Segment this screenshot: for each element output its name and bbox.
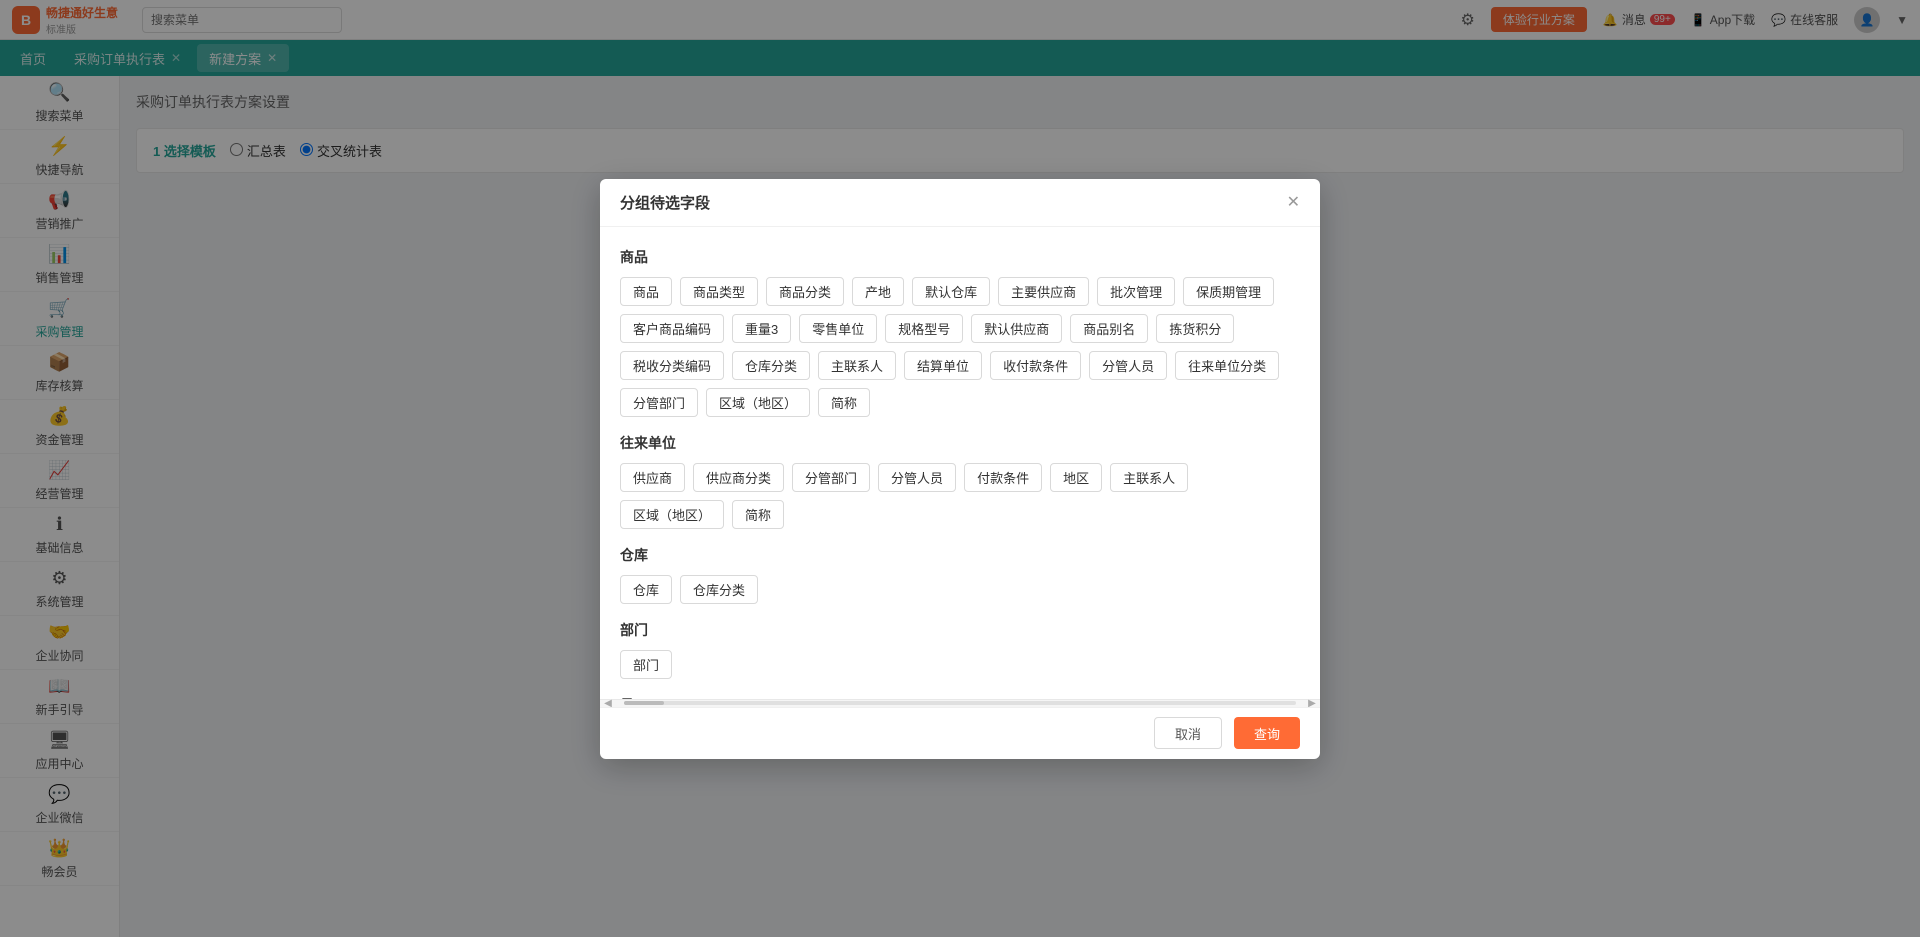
field-dept[interactable]: 部门 <box>620 650 672 679</box>
dept-fields: 部门 <box>620 650 1300 679</box>
cancel-button[interactable]: 取消 <box>1154 717 1222 749</box>
field-payment-condition[interactable]: 付款条件 <box>964 463 1042 492</box>
field-manage-dept[interactable]: 分管部门 <box>792 463 870 492</box>
field-main-supplier[interactable]: 主要供应商 <box>998 277 1089 306</box>
field-settlement-unit[interactable]: 结算单位 <box>904 351 982 380</box>
modal-scroll-thumb <box>624 701 664 705</box>
field-origin[interactable]: 产地 <box>852 277 904 306</box>
field-main-contact-partner[interactable]: 主联系人 <box>1110 463 1188 492</box>
modal-title: 分组待选字段 <box>620 192 710 213</box>
field-dept-in-charge[interactable]: 分管部门 <box>620 388 698 417</box>
field-goods[interactable]: 商品 <box>620 277 672 306</box>
modal-overlay: 分组待选字段 ✕ 商品 商品 商品类型 商品分类 产地 默认仓库 主要供应商 批… <box>0 0 1920 937</box>
field-default-warehouse[interactable]: 默认仓库 <box>912 277 990 306</box>
field-spec-model[interactable]: 规格型号 <box>885 314 963 343</box>
field-warehouse-cat[interactable]: 仓库分类 <box>680 575 758 604</box>
field-payment-terms[interactable]: 收付款条件 <box>990 351 1081 380</box>
field-manage-person[interactable]: 分管人员 <box>878 463 956 492</box>
field-partner-category[interactable]: 往来单位分类 <box>1175 351 1279 380</box>
field-region-goods[interactable]: 区域（地区） <box>706 388 810 417</box>
field-supervisor[interactable]: 分管人员 <box>1089 351 1167 380</box>
modal-close-button[interactable]: ✕ <box>1287 192 1300 212</box>
partner-fields: 供应商 供应商分类 分管部门 分管人员 付款条件 地区 主联系人 区域（地区） … <box>620 463 1300 529</box>
modal-body[interactable]: 商品 商品 商品类型 商品分类 产地 默认仓库 主要供应商 批次管理 保质期管理… <box>600 227 1320 699</box>
field-weight3[interactable]: 重量3 <box>732 314 791 343</box>
field-pick-points[interactable]: 拣货积分 <box>1156 314 1234 343</box>
field-supplier-category[interactable]: 供应商分类 <box>693 463 784 492</box>
field-short-name-partner[interactable]: 简称 <box>732 500 784 529</box>
field-supplier[interactable]: 供应商 <box>620 463 685 492</box>
field-area[interactable]: 地区 <box>1050 463 1102 492</box>
field-customer-goods-code[interactable]: 客户商品编码 <box>620 314 724 343</box>
field-tax-code[interactable]: 税收分类编码 <box>620 351 724 380</box>
section-title-partner: 往来单位 <box>620 433 1300 453</box>
field-retail-unit[interactable]: 零售单位 <box>799 314 877 343</box>
field-warehouse-category[interactable]: 仓库分类 <box>732 351 810 380</box>
confirm-button[interactable]: 查询 <box>1234 717 1300 749</box>
field-select-modal: 分组待选字段 ✕ 商品 商品 商品类型 商品分类 产地 默认仓库 主要供应商 批… <box>600 179 1320 759</box>
modal-header: 分组待选字段 ✕ <box>600 179 1320 227</box>
warehouse-fields: 仓库 仓库分类 <box>620 575 1300 604</box>
goods-fields: 商品 商品类型 商品分类 产地 默认仓库 主要供应商 批次管理 保质期管理 客户… <box>620 277 1300 417</box>
field-batch-mgmt[interactable]: 批次管理 <box>1097 277 1175 306</box>
field-main-contact[interactable]: 主联系人 <box>818 351 896 380</box>
modal-scroll-bar[interactable]: ◀ ▶ <box>600 699 1320 707</box>
field-expiry-mgmt[interactable]: 保质期管理 <box>1183 277 1274 306</box>
field-goods-category[interactable]: 商品分类 <box>766 277 844 306</box>
field-region-partner[interactable]: 区域（地区） <box>620 500 724 529</box>
field-goods-type[interactable]: 商品类型 <box>680 277 758 306</box>
field-goods-alias[interactable]: 商品别名 <box>1070 314 1148 343</box>
field-default-supplier[interactable]: 默认供应商 <box>971 314 1062 343</box>
modal-scroll-track <box>624 701 1296 705</box>
field-warehouse[interactable]: 仓库 <box>620 575 672 604</box>
modal-footer: 取消 查询 <box>600 707 1320 759</box>
field-short-name-goods[interactable]: 简称 <box>818 388 870 417</box>
section-title-goods: 商品 <box>620 247 1300 267</box>
section-title-dept: 部门 <box>620 620 1300 640</box>
section-title-warehouse: 仓库 <box>620 545 1300 565</box>
